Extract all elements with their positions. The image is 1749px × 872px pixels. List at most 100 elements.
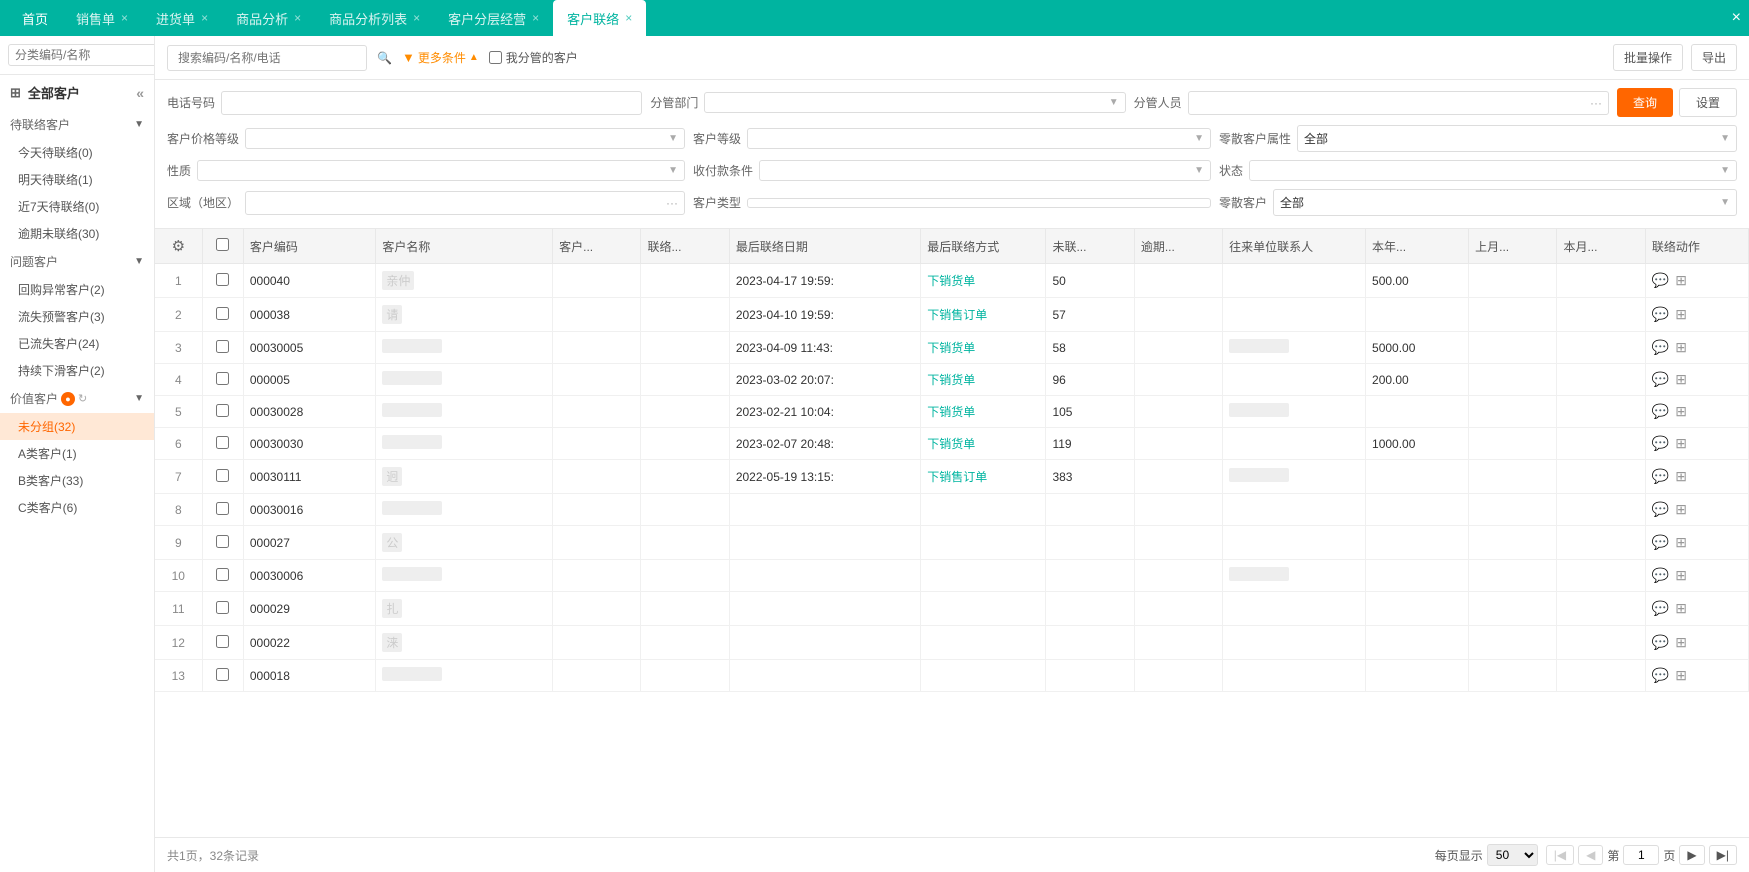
method-link[interactable]: 下销货单 — [927, 405, 975, 419]
cell-check[interactable] — [202, 364, 243, 396]
chat-icon[interactable]: 💬 — [1652, 468, 1669, 485]
cell-check[interactable] — [202, 526, 243, 560]
tab-purchase[interactable]: 进货单 × — [142, 0, 222, 36]
grid-action-icon[interactable]: ⊞ — [1675, 600, 1687, 617]
th-action[interactable]: 联络动作 — [1645, 229, 1748, 264]
sidebar-item-abnormal[interactable]: 回购异常客户(2) — [0, 276, 154, 303]
retail-customer-select[interactable]: 全部 ▼ — [1273, 189, 1737, 216]
tab-product-analysis-list-close[interactable]: × — [413, 11, 420, 25]
my-customers-checkbox[interactable]: 我分管的客户 — [489, 49, 578, 66]
cell-check[interactable] — [202, 264, 243, 298]
sidebar-item-churn-warn[interactable]: 流失预警客户(3) — [0, 303, 154, 330]
chat-icon[interactable]: 💬 — [1652, 667, 1669, 684]
cell-check[interactable] — [202, 428, 243, 460]
tab-customer-segment[interactable]: 客户分层经营 × — [434, 0, 553, 36]
first-page-btn[interactable]: |◀ — [1546, 845, 1574, 865]
sidebar-collapse-icon[interactable]: « — [136, 85, 144, 101]
more-icon[interactable]: ··· — [1590, 96, 1602, 110]
last-page-btn[interactable]: ▶| — [1709, 845, 1737, 865]
chat-icon[interactable]: 💬 — [1652, 272, 1669, 289]
cell-check[interactable] — [202, 396, 243, 428]
dots-region[interactable]: ··· — [666, 196, 678, 210]
cell-check[interactable] — [202, 560, 243, 592]
chat-icon[interactable]: 💬 — [1652, 306, 1669, 323]
sidebar-item-churned[interactable]: 已流失客户(24) — [0, 330, 154, 357]
filter-search-input[interactable] — [167, 45, 367, 71]
th-lastmonth[interactable]: 上月... — [1469, 229, 1557, 264]
filter-search-icon[interactable]: 🔍 — [377, 51, 392, 65]
gender-select[interactable]: ▼ — [197, 160, 685, 181]
dept-select[interactable]: ▼ — [704, 92, 1125, 113]
method-link[interactable]: 下销货单 — [927, 373, 975, 387]
more-conditions-btn[interactable]: ▼ 更多条件 ▲ — [402, 49, 479, 66]
cell-check[interactable] — [202, 592, 243, 626]
tab-product-analysis-list[interactable]: 商品分析列表 × — [315, 0, 434, 36]
grid-action-icon[interactable]: ⊞ — [1675, 567, 1687, 584]
th-contact[interactable]: 联络... — [641, 229, 729, 264]
method-link[interactable]: 下销货单 — [927, 341, 975, 355]
phone-input[interactable] — [221, 91, 642, 115]
grid-action-icon[interactable]: ⊞ — [1675, 501, 1687, 518]
grid-action-icon[interactable]: ⊞ — [1675, 272, 1687, 289]
th-partner[interactable]: 往来单位联系人 — [1223, 229, 1366, 264]
chat-icon[interactable]: 💬 — [1652, 600, 1669, 617]
grid-action-icon[interactable]: ⊞ — [1675, 634, 1687, 651]
sidebar-item-overdue[interactable]: 逾期未联络(30) — [0, 220, 154, 247]
cell-check[interactable] — [202, 494, 243, 526]
chat-icon[interactable]: 💬 — [1652, 435, 1669, 452]
chat-icon[interactable]: 💬 — [1652, 339, 1669, 356]
grid-action-icon[interactable]: ⊞ — [1675, 435, 1687, 452]
sidebar-all-customers[interactable]: ⊞ 全部客户 « — [0, 75, 154, 110]
sidebar-item-ungrouped[interactable]: 未分组(32) — [0, 413, 154, 440]
sidebar-group-problem[interactable]: 问题客户 ▼ — [0, 247, 154, 276]
status-select[interactable]: ▼ — [1249, 160, 1737, 181]
sidebar-item-tomorrow[interactable]: 明天待联络(1) — [0, 166, 154, 193]
th-code[interactable]: 客户编码 — [243, 229, 376, 264]
method-link[interactable]: 下销货单 — [927, 274, 975, 288]
reset-button[interactable]: 设置 — [1679, 88, 1737, 117]
export-button[interactable]: 导出 — [1691, 44, 1737, 71]
tab-product-analysis[interactable]: 商品分析 × — [222, 0, 315, 36]
chat-icon[interactable]: 💬 — [1652, 534, 1669, 551]
chat-icon[interactable]: 💬 — [1652, 371, 1669, 388]
grid-action-icon[interactable]: ⊞ — [1675, 468, 1687, 485]
method-link[interactable]: 下销货单 — [927, 437, 975, 451]
th-type[interactable]: 客户... — [553, 229, 641, 264]
th-uncontact[interactable]: 未联... — [1046, 229, 1134, 264]
th-thisyear[interactable]: 本年... — [1366, 229, 1469, 264]
th-thismonth[interactable]: 本月... — [1557, 229, 1645, 264]
refresh-icon[interactable]: ↻ — [78, 392, 87, 405]
chat-icon[interactable]: 💬 — [1652, 567, 1669, 584]
grid-action-icon[interactable]: ⊞ — [1675, 667, 1687, 684]
sidebar-item-today[interactable]: 今天待联络(0) — [0, 139, 154, 166]
settings-icon[interactable]: ⚙ — [172, 238, 185, 255]
th-method[interactable]: 最后联络方式 — [921, 229, 1046, 264]
sidebar-item-class-a[interactable]: A类客户(1) — [0, 440, 154, 467]
page-size-select[interactable]: 50 100 200 — [1487, 844, 1538, 866]
sidebar-group-value[interactable]: 价值客户 ● ↻ ▼ — [0, 384, 154, 413]
payment-select[interactable]: ▼ — [759, 160, 1211, 181]
th-date[interactable]: 最后联络日期 — [729, 229, 920, 264]
sidebar-search-input[interactable] — [8, 44, 155, 66]
sidebar-item-7days[interactable]: 近7天待联络(0) — [0, 193, 154, 220]
grid-action-icon[interactable]: ⊞ — [1675, 534, 1687, 551]
sidebar-item-class-c[interactable]: C类客户(6) — [0, 494, 154, 521]
tab-customer-segment-close[interactable]: × — [532, 11, 539, 25]
tab-purchase-close[interactable]: × — [201, 11, 208, 25]
grid-action-icon[interactable]: ⊞ — [1675, 339, 1687, 356]
method-link[interactable]: 下销售订单 — [927, 470, 987, 484]
chat-icon[interactable]: 💬 — [1652, 501, 1669, 518]
chat-icon[interactable]: 💬 — [1652, 634, 1669, 651]
query-button[interactable]: 查询 — [1617, 88, 1673, 117]
tab-home[interactable]: 首页 — [8, 0, 62, 36]
cell-check[interactable] — [202, 460, 243, 494]
customer-type-select[interactable] — [747, 198, 1211, 208]
window-close-icon[interactable]: × — [1732, 9, 1741, 27]
th-overdue[interactable]: 逾期... — [1134, 229, 1222, 264]
th-name[interactable]: 客户名称 — [376, 229, 553, 264]
chat-icon[interactable]: 💬 — [1652, 403, 1669, 420]
cell-check[interactable] — [202, 626, 243, 660]
sidebar-item-class-b[interactable]: B类客户(33) — [0, 467, 154, 494]
method-link[interactable]: 下销售订单 — [927, 308, 987, 322]
cell-check[interactable] — [202, 298, 243, 332]
